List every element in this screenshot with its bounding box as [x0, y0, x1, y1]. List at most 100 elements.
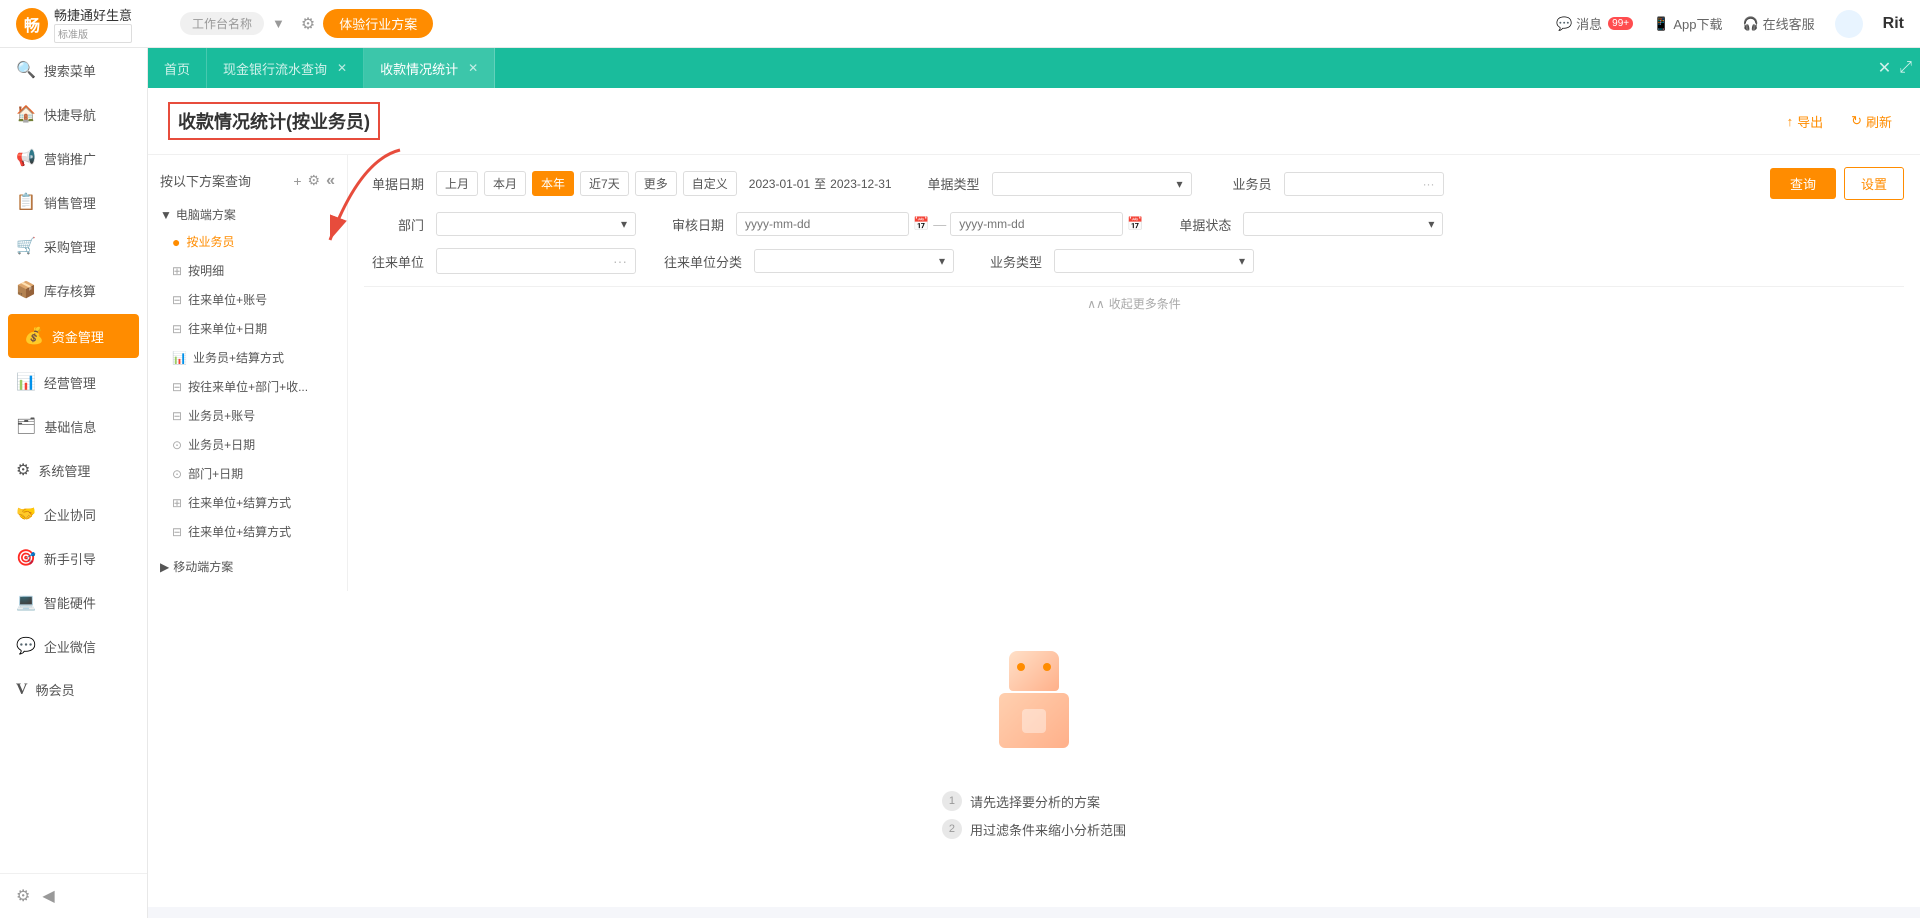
- scheme-add-btn[interactable]: +: [293, 173, 301, 189]
- tab-bank-flow[interactable]: 现金银行流水查询 ✕: [207, 48, 364, 88]
- user-avatar[interactable]: [1835, 10, 1863, 38]
- scheme-header-label: 按以下方案查询: [160, 171, 251, 190]
- doc-status-dropdown-icon: ▾: [1428, 217, 1434, 231]
- sidebar-item-guide[interactable]: 🎯 新手引导: [0, 536, 147, 580]
- scheme-item-detail[interactable]: ⊞ 按明细: [148, 256, 347, 285]
- export-label: 导出: [1797, 112, 1823, 131]
- sidebar-item-member[interactable]: V 畅会员: [0, 668, 147, 711]
- sidebar-item-marketing[interactable]: 📢 营销推广: [0, 136, 147, 180]
- trial-btn[interactable]: 体验行业方案: [323, 9, 433, 38]
- tab-home[interactable]: 首页: [148, 48, 207, 88]
- export-btn[interactable]: ↑ 导出: [1779, 108, 1832, 135]
- workspace-dropdown-icon[interactable]: ▼: [272, 16, 285, 31]
- sidebar-item-purchase[interactable]: 🛒 采购管理: [0, 224, 147, 268]
- online-service-btn[interactable]: 🎧 在线客服: [1742, 14, 1814, 33]
- sidebar-item-finance[interactable]: 💰 资金管理: [8, 314, 139, 358]
- sidebar-item-quick-nav[interactable]: 🏠 快捷导航: [0, 92, 147, 136]
- scheme-item-by-salesperson[interactable]: ● 按业务员: [148, 227, 347, 256]
- scheme-item-partner-settlement1[interactable]: ⊞ 往来单位+结算方式: [148, 488, 347, 517]
- tab-collection-stats-close[interactable]: ✕: [468, 61, 478, 75]
- scheme-settings-btn[interactable]: ⚙: [308, 172, 321, 189]
- salesperson-date-icon: ⊙: [172, 438, 182, 452]
- phone-icon: 📱: [1653, 16, 1669, 32]
- settings-btn[interactable]: ⚙: [301, 14, 315, 34]
- scheme-item-label: 往来单位+结算方式: [188, 523, 291, 540]
- workspace-selector[interactable]: 工作台名称: [180, 12, 264, 35]
- sidebar-item-enterprise[interactable]: 🤝 企业协同: [0, 492, 147, 536]
- date-btn-more[interactable]: 更多: [635, 171, 677, 196]
- scheme-item-salesperson-date[interactable]: ⊙ 业务员+日期: [148, 430, 347, 459]
- date-btn-custom[interactable]: 自定义: [683, 171, 737, 196]
- partner-category-dropdown-icon: ▾: [939, 254, 945, 268]
- scheme-item-partner-dept-collect[interactable]: ⊟ 按往来单位+部门+收...: [148, 372, 347, 401]
- sidebar-item-label: 畅会员: [36, 680, 75, 699]
- app-download-btn[interactable]: 📱 App下载: [1653, 14, 1722, 33]
- audit-date-to-icon[interactable]: 📅: [1127, 216, 1143, 232]
- scheme-item-partner-account[interactable]: ⊟ 往来单位+账号: [148, 285, 347, 314]
- tab-close-all-icon[interactable]: ✕: [1878, 58, 1891, 78]
- scheme-item-partner-date[interactable]: ⊟ 往来单位+日期: [148, 314, 347, 343]
- date-btn-7days[interactable]: 近7天: [580, 171, 629, 196]
- sidebar-item-operations[interactable]: 📊 经营管理: [0, 360, 147, 404]
- sidebar-item-wechat[interactable]: 💬 企业微信: [0, 624, 147, 668]
- logo-text: 畅捷通好生意: [54, 5, 132, 24]
- business-type-select[interactable]: ▾: [1054, 249, 1254, 273]
- message-label: 消息: [1576, 14, 1602, 33]
- refresh-btn[interactable]: ↻ 刷新: [1843, 108, 1900, 135]
- dept-select[interactable]: ▾: [436, 212, 636, 236]
- sidebar-item-search[interactable]: 🔍 搜索菜单: [0, 48, 147, 92]
- date-btn-last-month[interactable]: 上月: [436, 171, 478, 196]
- sidebar-item-label: 智能硬件: [44, 593, 96, 612]
- sidebar-item-system[interactable]: ⚙ 系统管理: [0, 448, 147, 492]
- purchase-icon: 🛒: [16, 236, 36, 256]
- audit-date-from-icon[interactable]: 📅: [913, 216, 929, 232]
- collapse-bar[interactable]: ∧∧ 收起更多条件: [364, 286, 1904, 320]
- sidebar-item-sales[interactable]: 📋 销售管理: [0, 180, 147, 224]
- salesperson-more-icon[interactable]: ···: [1423, 177, 1435, 191]
- scheme-item-label: 业务员+账号: [188, 407, 255, 424]
- scheme-item-salesperson-settlement[interactable]: 📊 业务员+结算方式: [148, 343, 347, 372]
- scheme-item-salesperson-account[interactable]: ⊟ 业务员+账号: [148, 401, 347, 430]
- scheme-group-mobile-header[interactable]: ▶ 移动端方案: [148, 554, 347, 579]
- scheme-item-dept-date[interactable]: ⊙ 部门+日期: [148, 459, 347, 488]
- scheme-item-label: 往来单位+账号: [188, 291, 267, 308]
- audit-date-from[interactable]: [736, 212, 909, 236]
- scheme-group-desktop: ▼ 电脑端方案 ● 按业务员 ⊞ 按明细 ⊟ 往来单位+账号 ⊟ 往来单位: [148, 198, 347, 550]
- filter-settings-btn[interactable]: 设置: [1844, 167, 1904, 200]
- scheme-item-label: 按明细: [188, 262, 224, 279]
- date-btn-this-month[interactable]: 本月: [484, 171, 526, 196]
- sidebar-settings-icon[interactable]: ⚙: [16, 886, 30, 906]
- partner-category-select[interactable]: ▾: [754, 249, 954, 273]
- scheme-collapse-btn[interactable]: «: [326, 172, 335, 190]
- user-name: Rit: [1883, 15, 1904, 33]
- partner-more-btn[interactable]: ···: [613, 253, 627, 269]
- empty-state: 1 请先选择要分析的方案 2 用过滤条件来缩小分析范围: [148, 591, 1920, 907]
- sidebar-item-hardware[interactable]: 💻 智能硬件: [0, 580, 147, 624]
- tab-bank-flow-close[interactable]: ✕: [337, 61, 347, 75]
- partner-select[interactable]: ···: [436, 248, 636, 274]
- scheme-group-desktop-header[interactable]: ▼ 电脑端方案: [148, 202, 347, 227]
- logo-icon: 畅: [16, 8, 48, 40]
- sidebar-item-inventory[interactable]: 📦 库存核算: [0, 268, 147, 312]
- search-icon: 🔍: [16, 60, 36, 80]
- robot-eye-right: [1043, 663, 1051, 671]
- scheme-item-partner-settlement2[interactable]: ⊟ 往来单位+结算方式: [148, 517, 347, 546]
- sidebar-bottom: ⚙ ◀: [0, 873, 147, 918]
- tab-maximize-icon[interactable]: ⤢: [1899, 59, 1912, 77]
- gear-icon: ⚙: [301, 16, 315, 33]
- message-badge: 99+: [1608, 17, 1633, 30]
- doc-type-select[interactable]: ▾: [992, 172, 1192, 196]
- salesperson-select[interactable]: ···: [1284, 172, 1444, 196]
- enterprise-icon: 🤝: [16, 504, 36, 524]
- date-range: 2023-01-01 至 2023-12-31: [749, 175, 892, 192]
- audit-date-to[interactable]: [950, 212, 1123, 236]
- sidebar-item-basics[interactable]: 🗂 基础信息: [0, 404, 147, 448]
- sidebar-item-label: 快捷导航: [44, 105, 96, 124]
- doc-status-select[interactable]: ▾: [1243, 212, 1443, 236]
- sidebar-collapse-icon[interactable]: ◀: [42, 886, 54, 906]
- robot-body: [999, 693, 1069, 748]
- message-btn[interactable]: 💬 消息 99+: [1556, 14, 1633, 33]
- query-btn[interactable]: 查询: [1770, 168, 1836, 199]
- tab-collection-stats[interactable]: 收款情况统计 ✕: [364, 48, 495, 88]
- date-btn-this-year[interactable]: 本年: [532, 171, 574, 196]
